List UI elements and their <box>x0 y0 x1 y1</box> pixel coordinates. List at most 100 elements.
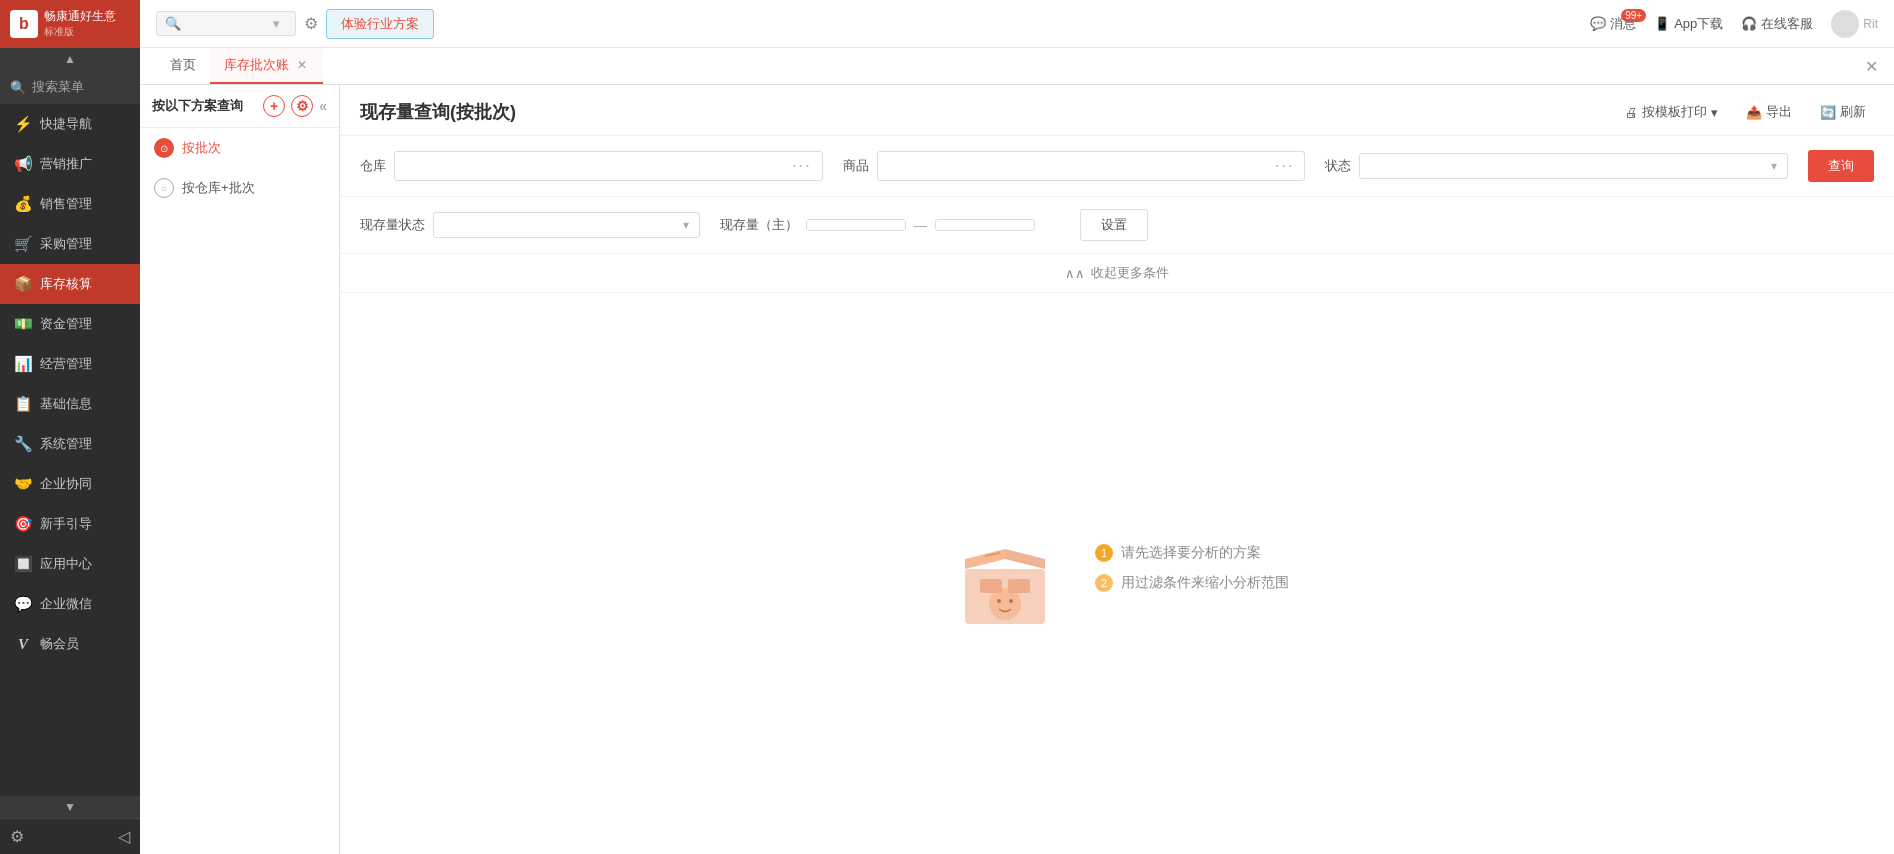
sidebar-item-vip[interactable]: V 畅会员 <box>0 624 140 664</box>
topbar: 🔍 ▾ ⚙ 体验行业方案 💬 消息 99+ 📱 App下载 🎧 在线客服 <box>140 0 1894 48</box>
empty-state-icon <box>945 514 1065 634</box>
newbie-icon: 🎯 <box>14 515 32 533</box>
status-chevron-icon: ▾ <box>1771 159 1777 173</box>
avatar-img <box>1831 10 1859 38</box>
status-select[interactable]: ▾ <box>1359 153 1788 179</box>
sales-icon: 💰 <box>14 195 32 213</box>
collapse-up-icon: ∧∧ <box>1065 266 1085 281</box>
filter-settings-button[interactable]: ⚙ <box>291 95 313 117</box>
empty-step-2: 2 用过滤条件来缩小分析范围 <box>1095 574 1289 592</box>
sidebar-item-label: 基础信息 <box>40 395 92 413</box>
sidebar-search[interactable]: 🔍 搜索菜单 <box>0 70 140 104</box>
export-label: 导出 <box>1766 103 1792 121</box>
collapse-more-label: 收起更多条件 <box>1091 264 1169 282</box>
sidebar: b 畅康通好生意 标准版 ▲ 🔍 搜索菜单 ⚡ 快捷导航 📢 营销推广 💰 销售… <box>0 0 140 854</box>
svg-point-5 <box>989 588 1021 620</box>
apps-icon: 🔲 <box>14 555 32 573</box>
settings-button[interactable]: 设置 <box>1080 209 1148 241</box>
wechat-icon: 💬 <box>14 595 32 613</box>
step1-badge: 1 <box>1095 544 1113 562</box>
tab-home[interactable]: 首页 <box>156 48 210 84</box>
sidebar-item-label: 新手引导 <box>40 515 92 533</box>
print-icon: 🖨 <box>1625 105 1638 120</box>
warehouse-label: 仓库 <box>360 157 386 175</box>
sidebar-item-quick-nav[interactable]: ⚡ 快捷导航 <box>0 104 140 144</box>
tab-close-icon[interactable]: ✕ <box>295 58 309 72</box>
user-name: Rit <box>1863 17 1878 31</box>
topbar-search-icon: 🔍 <box>165 16 181 31</box>
app-logo: b <box>10 10 38 38</box>
sidebar-item-label: 企业协同 <box>40 475 92 493</box>
inv-status-chevron-icon: ▾ <box>683 218 689 232</box>
sidebar-item-apps[interactable]: 🔲 应用中心 <box>0 544 140 584</box>
app-download-button[interactable]: 📱 App下载 <box>1654 15 1723 33</box>
refresh-label: 刷新 <box>1840 103 1866 121</box>
finance-icon: 💵 <box>14 315 32 333</box>
online-service-label: 在线客服 <box>1761 15 1813 33</box>
query-button[interactable]: 查询 <box>1808 150 1874 182</box>
sidebar-item-label: 快捷导航 <box>40 115 92 133</box>
content: 按以下方案查询 + ⚙ « ⊙ 按批次 ○ 按仓库+批次 <box>140 85 1894 854</box>
sidebar-search-label: 搜索菜单 <box>32 78 84 96</box>
footer-settings-icon[interactable]: ⚙ <box>10 827 24 846</box>
footer-collapse-icon[interactable]: ◁ <box>118 827 130 846</box>
filter-panel-actions: + ⚙ « <box>263 95 327 117</box>
sidebar-nav: ⚡ 快捷导航 📢 营销推广 💰 销售管理 🛒 采购管理 📦 库存核算 💵 资金管… <box>0 104 140 796</box>
sidebar-item-marketing[interactable]: 📢 营销推广 <box>0 144 140 184</box>
sidebar-item-inventory[interactable]: 📦 库存核算 <box>0 264 140 304</box>
tab-batch-account[interactable]: 库存批次账 ✕ <box>210 48 323 84</box>
filter-add-button[interactable]: + <box>263 95 285 117</box>
sidebar-item-label: 营销推广 <box>40 155 92 173</box>
filter-item-by-warehouse-batch[interactable]: ○ 按仓库+批次 <box>140 168 339 208</box>
sidebar-scroll-up[interactable]: ▲ <box>0 48 140 70</box>
collapse-more-button[interactable]: ∧∧ 收起更多条件 <box>340 254 1894 293</box>
filter-panel-header: 按以下方案查询 + ⚙ « <box>140 85 339 128</box>
topbar-search-box[interactable]: 🔍 ▾ <box>156 11 296 36</box>
sidebar-item-enterprise[interactable]: 🤝 企业协同 <box>0 464 140 504</box>
topbar-search-input[interactable] <box>187 17 267 31</box>
messages-button[interactable]: 💬 消息 99+ <box>1590 15 1636 33</box>
inventory-qty-from[interactable] <box>806 219 906 231</box>
sidebar-scroll-down[interactable]: ▼ <box>0 796 140 818</box>
step2-text: 用过滤条件来缩小分析范围 <box>1121 574 1289 592</box>
filter-item-icon-wh-batch: ○ <box>154 178 174 198</box>
inventory-status-select[interactable]: ▾ <box>433 212 700 238</box>
sidebar-item-purchase[interactable]: 🛒 采购管理 <box>0 224 140 264</box>
refresh-button[interactable]: 🔄 刷新 <box>1812 99 1874 125</box>
empty-step-1: 1 请先选择要分析的方案 <box>1095 544 1289 562</box>
topbar-dropdown-icon: ▾ <box>273 16 280 31</box>
sidebar-item-newbie[interactable]: 🎯 新手引导 <box>0 504 140 544</box>
sidebar-item-operations[interactable]: 📊 经营管理 <box>0 344 140 384</box>
status-label: 状态 <box>1325 157 1351 175</box>
svg-point-7 <box>1009 599 1013 603</box>
sidebar-item-wechat[interactable]: 💬 企业微信 <box>0 584 140 624</box>
inventory-icon: 📦 <box>14 275 32 293</box>
experience-button[interactable]: 体验行业方案 <box>326 9 434 39</box>
enterprise-icon: 🤝 <box>14 475 32 493</box>
filter-collapse-button[interactable]: « <box>319 98 327 114</box>
filter-item-label: 按批次 <box>182 139 221 157</box>
export-button[interactable]: 📤 导出 <box>1738 99 1800 125</box>
sidebar-item-system[interactable]: 🔧 系统管理 <box>0 424 140 464</box>
inventory-qty-to[interactable] <box>935 219 1035 231</box>
phone-icon: 📱 <box>1654 16 1670 31</box>
sidebar-header: b 畅康通好生意 标准版 <box>0 0 140 48</box>
goods-input[interactable]: ··· <box>877 151 1306 181</box>
inventory-qty-label: 现存量（主） <box>720 216 798 234</box>
user-avatar[interactable]: Rit <box>1831 10 1878 38</box>
warehouse-dots: ··· <box>792 157 811 175</box>
export-icon: 📤 <box>1746 105 1762 120</box>
qty-dash: — <box>914 218 927 233</box>
online-service-button[interactable]: 🎧 在线客服 <box>1741 15 1813 33</box>
warehouse-input[interactable]: ··· <box>394 151 823 181</box>
sidebar-item-label: 资金管理 <box>40 315 92 333</box>
svg-marker-2 <box>1005 549 1045 569</box>
filter-row-1: 仓库 ··· 商品 ··· 状态 <box>340 136 1894 197</box>
print-template-button[interactable]: 🖨 按模板打印 ▾ <box>1617 99 1726 125</box>
sidebar-item-finance[interactable]: 💵 资金管理 <box>0 304 140 344</box>
sidebar-item-sales[interactable]: 💰 销售管理 <box>0 184 140 224</box>
panel-close-button[interactable]: ✕ <box>1865 57 1878 76</box>
sidebar-item-basic[interactable]: 📋 基础信息 <box>0 384 140 424</box>
topbar-settings-icon[interactable]: ⚙ <box>304 14 318 33</box>
filter-item-by-batch[interactable]: ⊙ 按批次 <box>140 128 339 168</box>
